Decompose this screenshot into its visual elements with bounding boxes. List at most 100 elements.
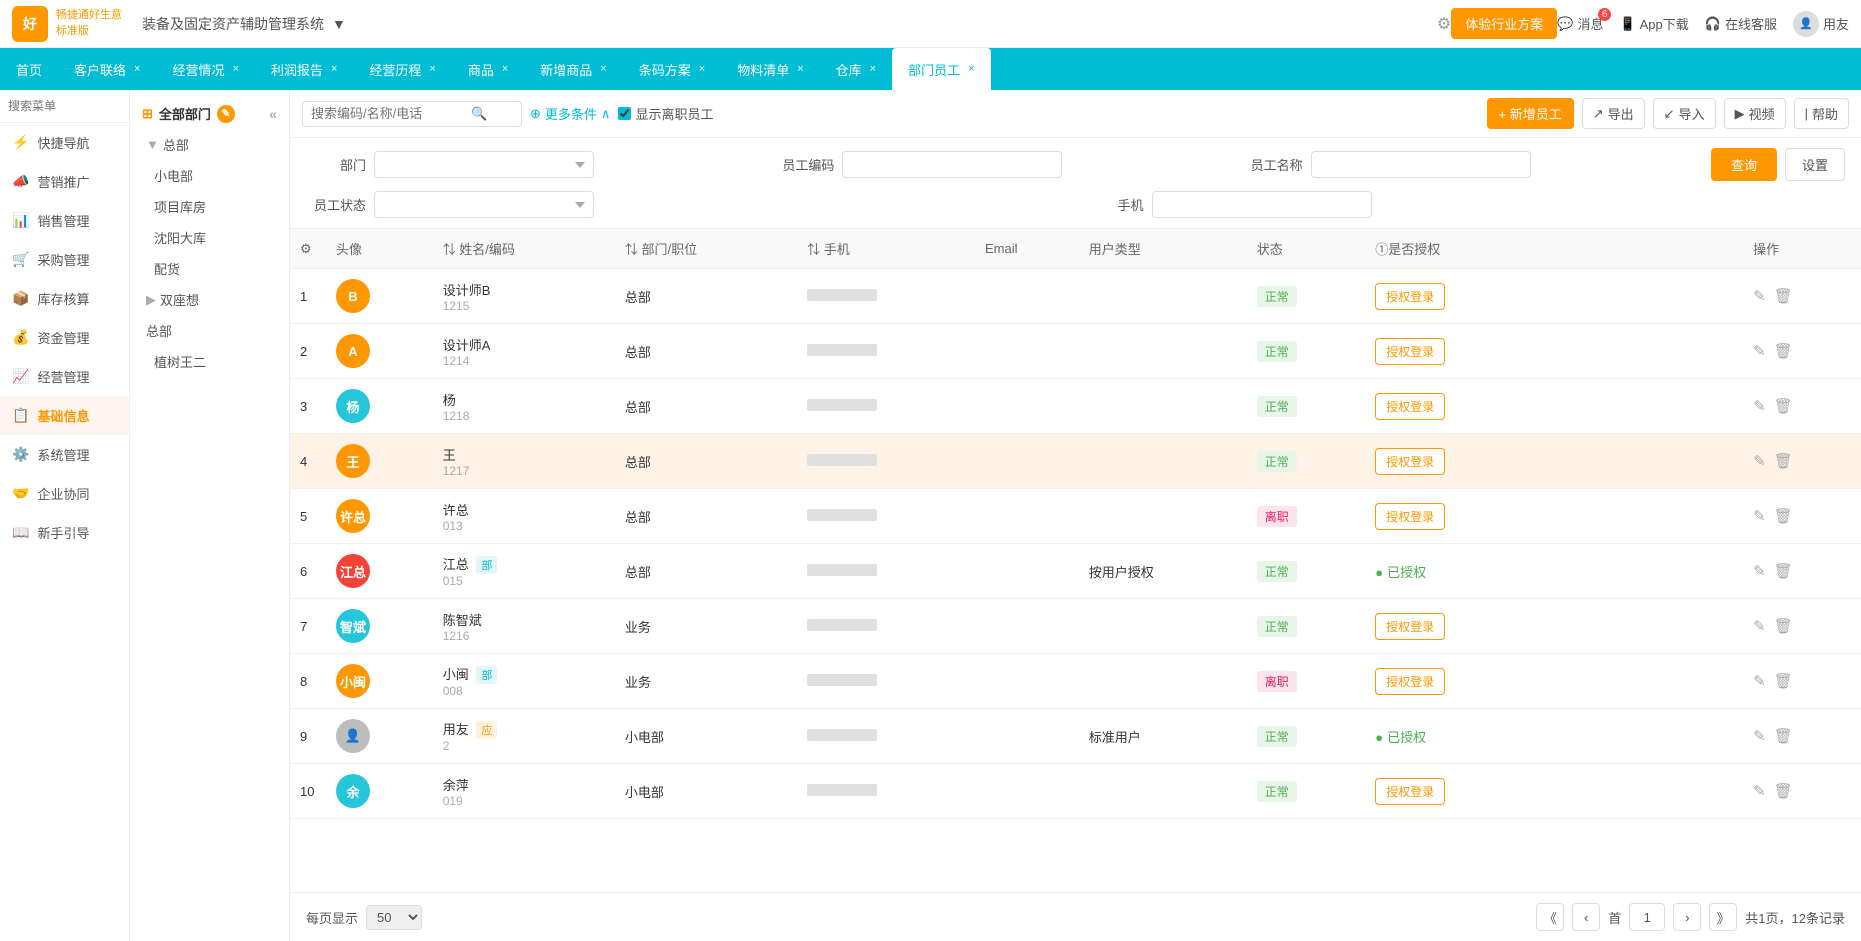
app-download-button[interactable]: 📱 App下载 <box>1619 14 1688 33</box>
message-button[interactable]: 💬 消息 6 <box>1557 14 1603 33</box>
dept-item-xiangmu[interactable]: 项目库房 <box>130 191 289 222</box>
edit-icon[interactable]: ✎ <box>1753 287 1766 305</box>
dept-item-zhishu[interactable]: 植树王二 <box>130 346 289 377</box>
auth-button[interactable]: 授权登录 <box>1375 283 1445 310</box>
page-size-select[interactable]: 50 100 <box>366 905 422 930</box>
dept-select[interactable] <box>374 151 594 178</box>
close-icon[interactable]: × <box>870 63 876 75</box>
auth-button[interactable]: 授权登录 <box>1375 503 1445 530</box>
settings-icon[interactable]: ⚙ <box>1437 14 1451 34</box>
auth-button[interactable]: 授权登录 <box>1375 393 1445 420</box>
tab-goods[interactable]: 商品 × <box>452 48 524 90</box>
dept-item-peihuo[interactable]: 配货 <box>130 253 289 284</box>
close-icon[interactable]: × <box>968 63 974 75</box>
edit-icon[interactable]: ✎ <box>1753 452 1766 470</box>
dept-item-xiaodian[interactable]: 小电部 <box>130 160 289 191</box>
close-icon[interactable]: × <box>331 63 337 75</box>
tab-barcode[interactable]: 条码方案 × <box>623 48 721 90</box>
edit-icon[interactable]: ✎ <box>1753 617 1766 635</box>
edit-dept-icon[interactable]: ✎ <box>217 105 235 123</box>
close-icon[interactable]: × <box>232 63 238 75</box>
next-page-button[interactable]: › <box>1673 903 1701 931</box>
sidebar-search[interactable]: 🔍 <box>0 90 129 123</box>
user-button[interactable]: 👤 用友 <box>1793 11 1849 37</box>
edit-icon[interactable]: ✎ <box>1753 562 1766 580</box>
sidebar-item-quicknav[interactable]: ⚡ 快捷导航 <box>0 123 129 162</box>
experience-button[interactable]: 体验行业方案 <box>1451 8 1557 39</box>
import-button[interactable]: ↙ 导入 <box>1653 98 1716 129</box>
sidebar-item-collab[interactable]: 🤝 企业协同 <box>0 474 129 513</box>
dept-item-zongbu-parent[interactable]: ▼ 总部 <box>130 129 289 160</box>
view-button[interactable]: ▶ 视频 <box>1724 98 1786 129</box>
sidebar-item-marketing[interactable]: 📣 营销推广 <box>0 162 129 201</box>
sidebar-item-inventory[interactable]: 📦 库存核算 <box>0 279 129 318</box>
reset-button[interactable]: 设置 <box>1785 148 1845 181</box>
delete-icon[interactable]: 🗑 <box>1774 397 1793 415</box>
collapse-dept-icon[interactable]: « <box>269 106 277 122</box>
export-button[interactable]: ↗ 导出 <box>1582 98 1645 129</box>
dept-item-shuangzuo[interactable]: ▶ 双座想 <box>130 284 289 315</box>
close-icon[interactable]: × <box>134 63 140 75</box>
sidebar-item-guide[interactable]: 📖 新手引导 <box>0 513 129 552</box>
search-input[interactable] <box>311 106 471 121</box>
edit-icon[interactable]: ✎ <box>1753 397 1766 415</box>
delete-icon[interactable]: 🗑 <box>1774 782 1793 800</box>
delete-icon[interactable]: 🗑 <box>1774 672 1793 690</box>
edit-icon[interactable]: ✎ <box>1753 672 1766 690</box>
query-button[interactable]: 查询 <box>1711 148 1777 181</box>
dept-item-zongbu[interactable]: 总部 <box>130 315 289 346</box>
tab-history[interactable]: 经营历程 × <box>353 48 451 90</box>
show-resigned-checkbox[interactable] <box>618 107 631 120</box>
edit-icon[interactable]: ✎ <box>1753 782 1766 800</box>
delete-icon[interactable]: 🗑 <box>1774 507 1793 525</box>
auth-button[interactable]: 授权登录 <box>1375 778 1445 805</box>
tab-operation[interactable]: 经营情况 × <box>156 48 254 90</box>
delete-icon[interactable]: 🗑 <box>1774 617 1793 635</box>
edit-icon[interactable]: ✎ <box>1753 507 1766 525</box>
auth-button[interactable]: 授权登录 <box>1375 668 1445 695</box>
col-phone[interactable]: ⇅ 手机 <box>797 229 975 269</box>
close-icon[interactable]: × <box>797 63 803 75</box>
tab-profit[interactable]: 利润报告 × <box>255 48 353 90</box>
edit-icon[interactable]: ✎ <box>1753 727 1766 745</box>
close-icon[interactable]: × <box>502 63 508 75</box>
code-input[interactable] <box>842 151 1062 178</box>
sidebar-item-finance[interactable]: 💰 资金管理 <box>0 318 129 357</box>
add-employee-button[interactable]: + 新增员工 <box>1487 98 1574 129</box>
sidebar-search-input[interactable] <box>8 99 130 113</box>
sidebar-item-sales[interactable]: 📊 销售管理 <box>0 201 129 240</box>
tab-department[interactable]: 部门员工 × <box>892 48 990 90</box>
name-input[interactable] <box>1311 151 1531 178</box>
delete-icon[interactable]: 🗑 <box>1774 452 1793 470</box>
tab-warehouse[interactable]: 仓库 × <box>820 48 892 90</box>
tab-home[interactable]: 首页 <box>0 48 58 90</box>
tab-bom[interactable]: 物料清单 × <box>721 48 819 90</box>
delete-icon[interactable]: 🗑 <box>1774 342 1793 360</box>
dept-item-shenyang[interactable]: 沈阳大库 <box>130 222 289 253</box>
delete-icon[interactable]: 🗑 <box>1774 562 1793 580</box>
help-button[interactable]: | 帮助 <box>1794 98 1849 129</box>
col-name[interactable]: ⇅ 姓名/编码 <box>433 229 615 269</box>
auth-button[interactable]: 授权登录 <box>1375 338 1445 365</box>
online-service-button[interactable]: 🎧 在线客服 <box>1705 14 1777 33</box>
prev-page-button[interactable]: ‹ <box>1572 903 1600 931</box>
delete-icon[interactable]: 🗑 <box>1774 287 1793 305</box>
last-page-button[interactable]: 》 <box>1709 903 1737 931</box>
show-resigned-toggle[interactable]: 显示离职员工 <box>618 104 713 123</box>
status-select[interactable] <box>374 191 594 218</box>
close-icon[interactable]: × <box>600 63 606 75</box>
col-dept[interactable]: ⇅ 部门/职位 <box>615 229 797 269</box>
sidebar-item-basic[interactable]: 📋 基础信息 <box>0 396 129 435</box>
page-number-input[interactable] <box>1629 903 1665 931</box>
more-conditions-button[interactable]: ⊕ 更多条件 ∧ <box>530 104 610 123</box>
phone-input[interactable] <box>1152 191 1372 218</box>
system-dropdown-icon[interactable]: ▼ <box>332 16 346 32</box>
col-settings[interactable]: ⚙ <box>290 229 326 269</box>
sidebar-item-purchase[interactable]: 🛒 采购管理 <box>0 240 129 279</box>
edit-icon[interactable]: ✎ <box>1753 342 1766 360</box>
tab-new-goods[interactable]: 新增商品 × <box>524 48 622 90</box>
sidebar-item-mgmt[interactable]: 📈 经营管理 <box>0 357 129 396</box>
close-icon[interactable]: × <box>429 63 435 75</box>
sidebar-item-system[interactable]: ⚙️ 系统管理 <box>0 435 129 474</box>
tab-customer[interactable]: 客户联络 × <box>58 48 156 90</box>
